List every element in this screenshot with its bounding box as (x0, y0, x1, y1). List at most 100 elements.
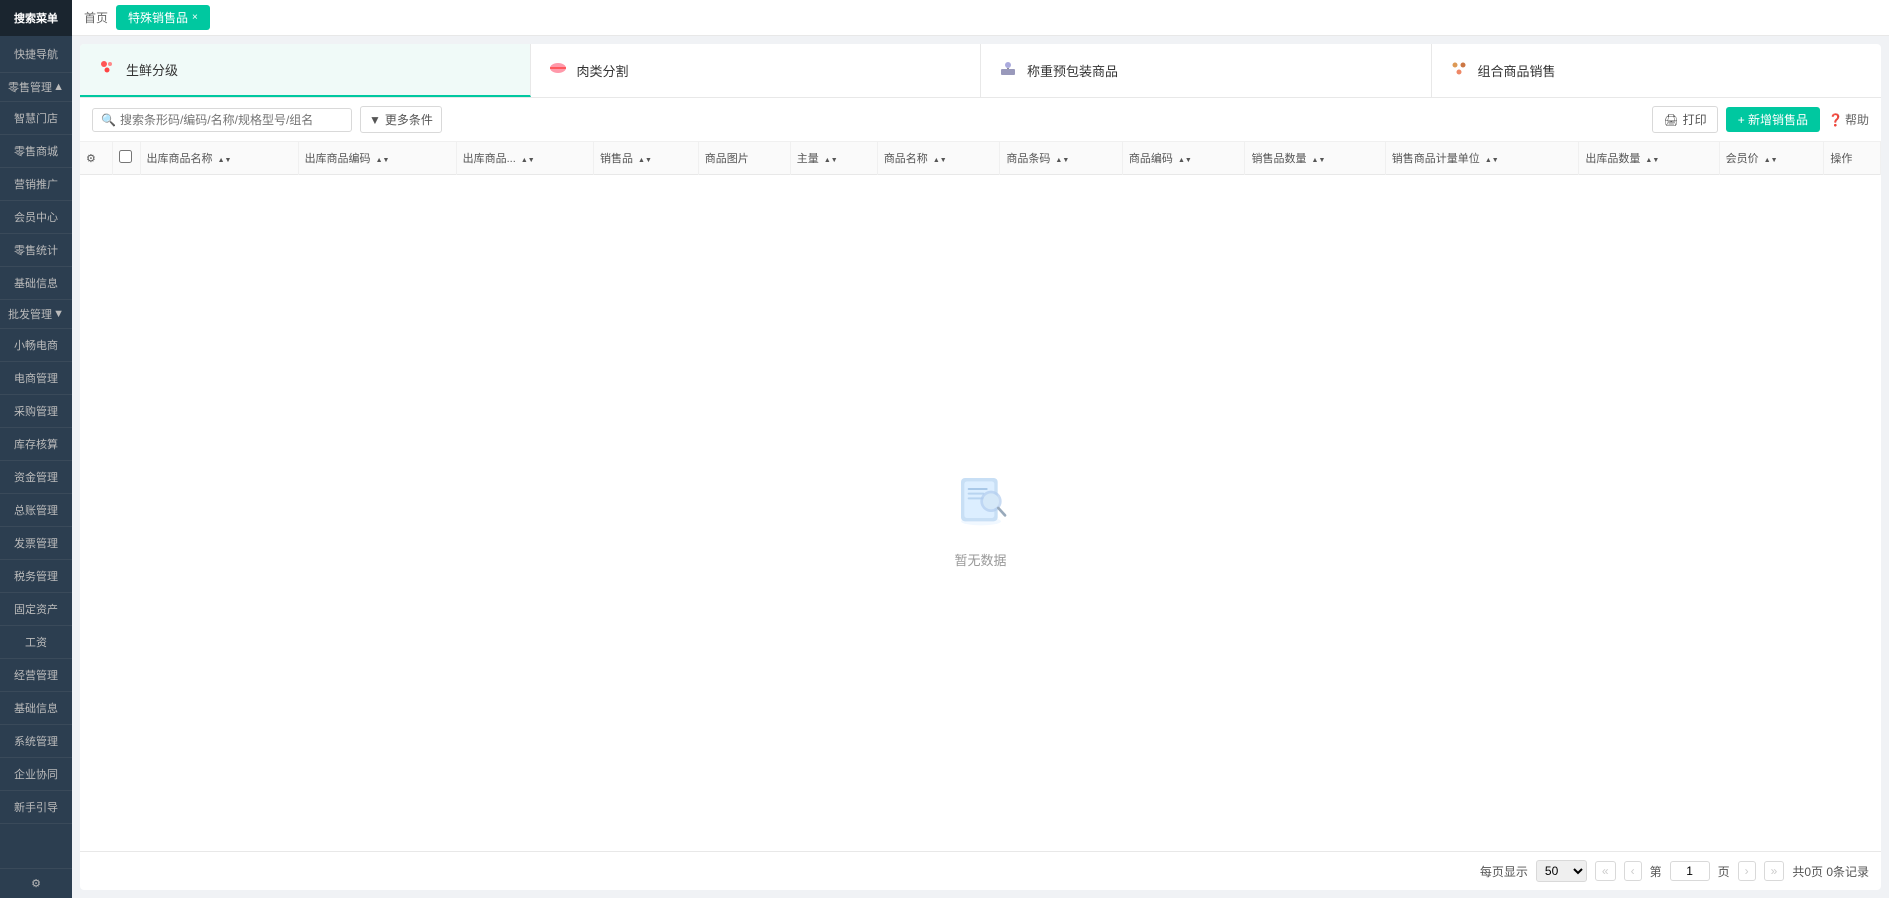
th-member-price[interactable]: 会员价 ▲▼ (1719, 142, 1824, 175)
sidebar-item-purchase-mgmt[interactable]: 采购管理 (0, 395, 72, 428)
sidebar-item-quick-nav[interactable]: 快捷导航 (0, 36, 72, 73)
sidebar-item-ledger-mgmt[interactable]: 总账管理 (0, 494, 72, 527)
next-page-button[interactable]: › (1738, 861, 1756, 881)
th-sale-qty[interactable]: 销售品数量 ▲▼ (1245, 142, 1385, 175)
sidebar-item-basic-info[interactable]: 基础信息 (0, 267, 72, 300)
th-item-image-label: 商品图片 (705, 153, 749, 165)
empty-state: 暂无数据 (80, 175, 1881, 851)
th-sale-unit[interactable]: 销售商品计量单位 ▲▼ (1385, 142, 1579, 175)
sidebar-item-retail-mall[interactable]: 零售商城 (0, 135, 72, 168)
cat-tab-combo[interactable]: 组合商品销售 (1432, 44, 1882, 97)
th-out-qty[interactable]: 出库品数量 ▲▼ (1579, 142, 1719, 175)
meat-cut-icon (547, 57, 569, 84)
th-out-qty-label: 出库品数量 (1585, 153, 1640, 165)
empty-illustration (941, 458, 1021, 538)
help-button[interactable]: ❓ 帮助 (1828, 111, 1869, 128)
th-check[interactable] (112, 142, 140, 175)
th-item-code[interactable]: 商品编码 ▲▼ (1122, 142, 1245, 175)
sidebar-item-ops-mgmt[interactable]: 经营管理 (0, 659, 72, 692)
sidebar-item-mini-ecom[interactable]: 小畅电商 (0, 329, 72, 362)
search-input[interactable] (120, 113, 340, 127)
sort-icon: ▲▼ (521, 157, 535, 164)
select-all-checkbox[interactable] (119, 150, 132, 163)
sort-icon: ▲▼ (1312, 157, 1326, 164)
prev-page-button[interactable]: ‹ (1624, 861, 1642, 881)
filter-icon: ▼ (369, 113, 381, 127)
retail-mgmt-arrow: ▲ (53, 81, 64, 93)
sort-icon: ▲▼ (1055, 157, 1069, 164)
first-page-button[interactable]: « (1595, 861, 1616, 881)
search-icon: 🔍 (101, 113, 116, 127)
sidebar-item-ecom-mgmt[interactable]: 电商管理 (0, 362, 72, 395)
sidebar-item-member-center[interactable]: 会员中心 (0, 201, 72, 234)
breadcrumb-home[interactable]: 首页 (84, 9, 108, 26)
th-main-weight[interactable]: 主量 ▲▼ (790, 142, 877, 175)
fresh-grade-icon (96, 56, 118, 83)
sidebar-item-tax-mgmt[interactable]: 税务管理 (0, 560, 72, 593)
help-label: 帮助 (1845, 111, 1869, 128)
page-unit: 页 (1718, 863, 1730, 880)
sidebar-item-retail-mgmt[interactable]: 零售管理 ▲ (0, 73, 72, 102)
search-box[interactable]: 🔍 (92, 108, 352, 132)
filter-button[interactable]: ▼ 更多条件 (360, 106, 442, 133)
main-content: 首页 特殊销售品 × 生鲜分级 (72, 0, 1889, 898)
wholesale-mgmt-arrow: ▼ (53, 308, 64, 320)
toolbar: 🔍 ▼ 更多条件 🖨 打印 + 新增销售品 ❓ 帮助 (80, 98, 1881, 142)
last-page-button[interactable]: » (1764, 861, 1785, 881)
th-sale-item[interactable]: 销售品 ▲▼ (593, 142, 698, 175)
th-item-barcode[interactable]: 商品条码 ▲▼ (1000, 142, 1123, 175)
tab-close-icon[interactable]: × (192, 12, 198, 23)
sort-icon: ▲▼ (1178, 157, 1192, 164)
sidebar-item-wholesale-mgmt[interactable]: 批发管理 ▼ (0, 300, 72, 329)
print-label: 打印 (1683, 111, 1707, 128)
combo-label: 组合商品销售 (1478, 61, 1556, 80)
th-item-name-label: 商品名称 (884, 153, 928, 165)
sidebar-item-smart-store[interactable]: 智慧门店 (0, 102, 72, 135)
weigh-pack-label: 称重预包装商品 (1027, 61, 1118, 80)
sidebar-item-invoice-mgmt[interactable]: 发票管理 (0, 527, 72, 560)
print-button[interactable]: 🖨 打印 (1652, 106, 1717, 133)
sidebar-logo[interactable]: 搜索菜单 (0, 0, 72, 36)
total-label: 共0页 0条记录 (1792, 863, 1869, 880)
page-size-select[interactable]: 50 10 20 100 (1536, 860, 1587, 882)
sidebar-item-inventory[interactable]: 库存核算 (0, 428, 72, 461)
empty-text: 暂无数据 (954, 550, 1006, 569)
cat-tab-weigh-pack[interactable]: 称重预包装商品 (981, 44, 1432, 97)
page-input[interactable] (1670, 861, 1710, 881)
toolbar-right: 🖨 打印 + 新增销售品 ❓ 帮助 (1652, 106, 1869, 133)
th-item-barcode-label: 商品条码 (1006, 153, 1050, 165)
table-area: ⚙ 出库商品名称 ▲▼ 出库商品编码 ▲▼ (80, 142, 1881, 851)
th-member-price-label: 会员价 (1726, 153, 1759, 165)
cat-tab-fresh-grade[interactable]: 生鲜分级 (80, 44, 531, 97)
sort-icon: ▲▼ (933, 157, 947, 164)
th-sale-qty-label: 销售品数量 (1251, 153, 1306, 165)
print-icon: 🖨 (1663, 113, 1678, 127)
th-out-code[interactable]: 出库商品编码 ▲▼ (298, 142, 456, 175)
sort-icon: ▲▼ (1764, 157, 1778, 164)
th-out-name[interactable]: 出库商品名称 ▲▼ (140, 142, 298, 175)
th-settings[interactable]: ⚙ (80, 142, 112, 175)
sidebar-item-new-guide[interactable]: 新手引导 (0, 791, 72, 824)
category-tabs: 生鲜分级 肉类分割 (80, 44, 1881, 98)
settings-icon: ⚙ (86, 153, 96, 165)
th-out-spec[interactable]: 出库商品... ▲▼ (456, 142, 593, 175)
sidebar-item-enterprise[interactable]: 企业协同 (0, 758, 72, 791)
meat-cut-label: 肉类分割 (577, 61, 629, 80)
sidebar-item-sys-mgmt[interactable]: 系统管理 (0, 725, 72, 758)
wholesale-mgmt-label: 批发管理 (8, 306, 52, 322)
pagination: 每页显示 50 10 20 100 « ‹ 第 页 › » 共0页 0条记录 (80, 851, 1881, 890)
sidebar-settings-icon[interactable]: ⚙ (0, 868, 72, 898)
sidebar-item-fixed-assets[interactable]: 固定资产 (0, 593, 72, 626)
th-item-name[interactable]: 商品名称 ▲▼ (877, 142, 1000, 175)
sidebar-item-payroll[interactable]: 工资 (0, 626, 72, 659)
th-main-weight-label: 主量 (797, 153, 819, 165)
sidebar-item-finance-mgmt[interactable]: 资金管理 (0, 461, 72, 494)
th-item-image[interactable]: 商品图片 (698, 142, 790, 175)
cat-tab-meat-cut[interactable]: 肉类分割 (531, 44, 982, 97)
active-tab[interactable]: 特殊销售品 × (116, 5, 210, 30)
add-button[interactable]: + 新增销售品 (1726, 107, 1820, 132)
sidebar-item-retail-stats[interactable]: 零售统计 (0, 234, 72, 267)
sidebar-item-basic-info2[interactable]: 基础信息 (0, 692, 72, 725)
sidebar-item-sales-promo[interactable]: 营销推广 (0, 168, 72, 201)
th-out-code-label: 出库商品编码 (305, 153, 371, 165)
